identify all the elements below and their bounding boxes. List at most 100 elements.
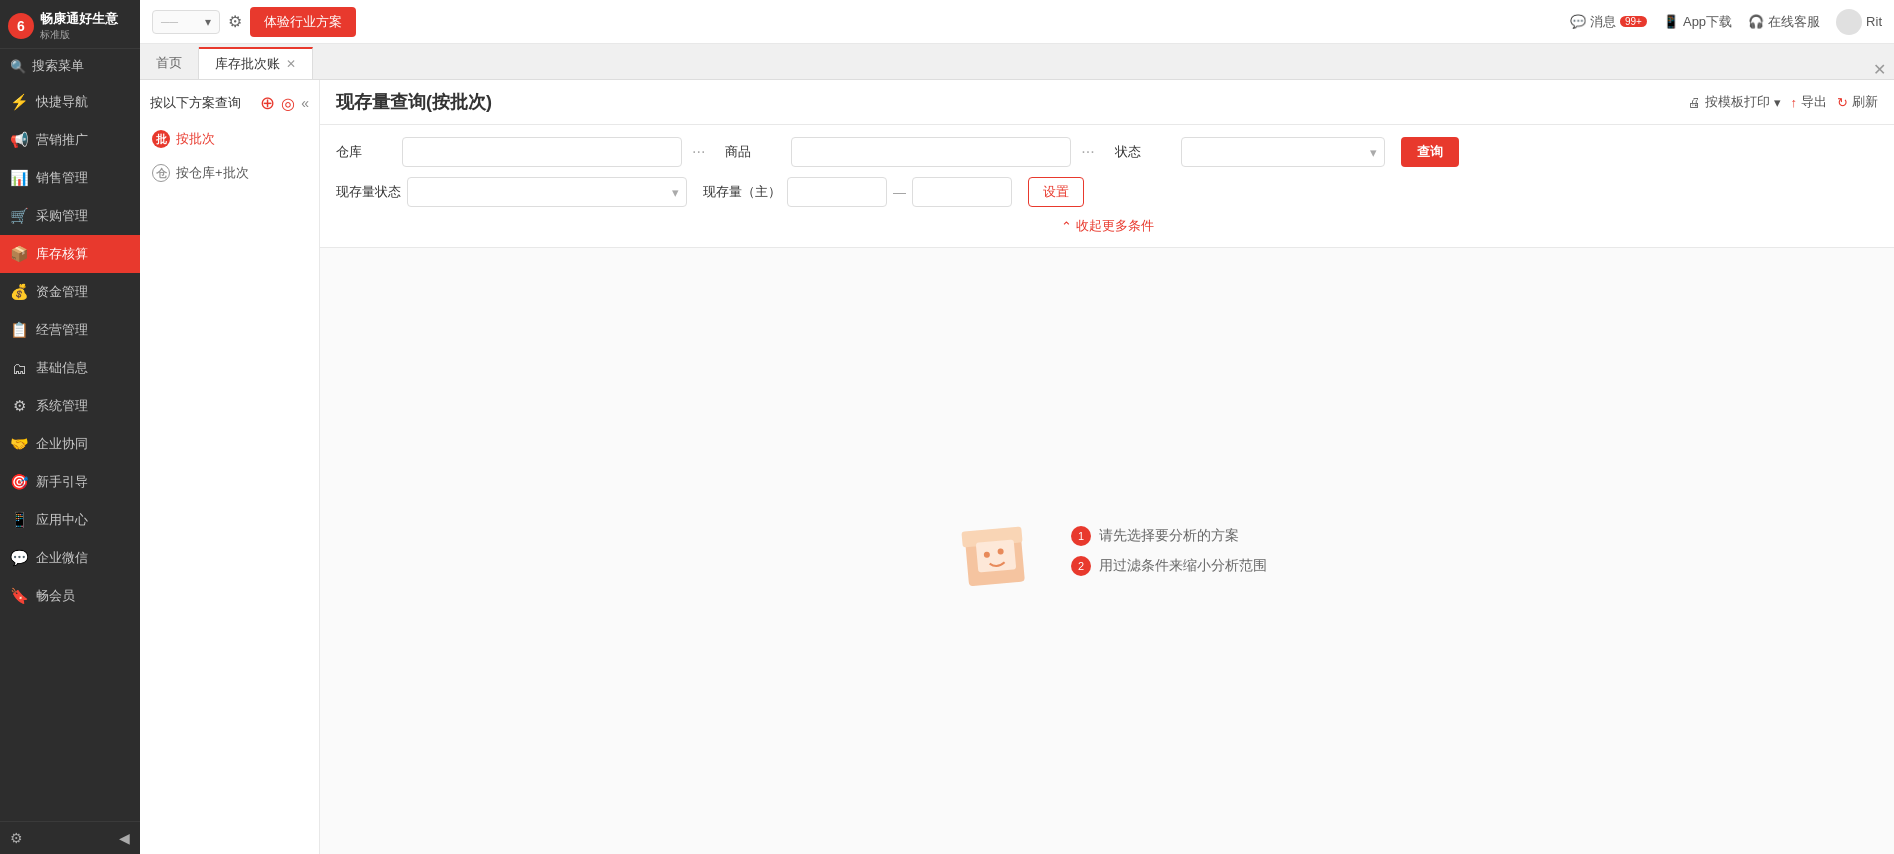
empty-text: 1 请先选择要分析的方案 2 用过滤条件来缩小分析范围 — [1071, 526, 1267, 576]
sidebar-item-marketing[interactable]: 📢 营销推广 — [0, 121, 140, 159]
sidebar-item-label: 营销推广 — [36, 131, 88, 149]
batch-scheme-icon: 批 — [152, 130, 170, 148]
goods-dots[interactable]: ··· — [1077, 143, 1098, 161]
hint1-num: 1 — [1071, 526, 1091, 546]
headset-icon: 🎧 — [1748, 14, 1764, 29]
app-download-label: App下载 — [1683, 13, 1732, 31]
sidebar-item-operation[interactable]: 📋 经营管理 — [0, 311, 140, 349]
status-input[interactable] — [1181, 137, 1385, 167]
sidebar-item-finance[interactable]: 💰 资金管理 — [0, 273, 140, 311]
dropdown-text: ── — [161, 15, 201, 29]
empty-illustration — [947, 501, 1047, 601]
settings-btn[interactable]: 设置 — [1028, 177, 1084, 207]
scheme-item-batch-label: 按批次 — [176, 130, 215, 148]
sidebar-item-basic[interactable]: 🗂 基础信息 — [0, 349, 140, 387]
topbar-left: ── ▾ ⚙ 体验行业方案 — [152, 7, 1560, 37]
stock-status-dropdown-icon[interactable]: ▾ — [672, 185, 679, 200]
tab-batch-label: 库存批次账 — [215, 55, 280, 73]
refresh-btn[interactable]: ↻ 刷新 — [1837, 93, 1878, 111]
notification-badge: 99+ — [1620, 16, 1647, 27]
settings-icon[interactable]: ⚙ — [10, 830, 23, 846]
filter-stock-main: 现存量（主） — — [703, 177, 1012, 207]
left-panel: 按以下方案查询 ⊕ ◎ « 批 按批次 仓 按仓库+批次 — [140, 80, 320, 854]
inventory-icon: 📦 — [10, 245, 28, 263]
goods-input[interactable] — [791, 137, 1071, 167]
wechat-icon: 💬 — [10, 549, 28, 567]
scheme-item-batch[interactable]: 批 按批次 — [140, 122, 319, 156]
sidebar-item-label: 畅会员 — [36, 587, 75, 605]
app-download-btn[interactable]: 📱 App下载 — [1663, 13, 1732, 31]
phone-icon: 📱 — [1663, 14, 1679, 29]
chevron-down-icon: ▾ — [205, 15, 211, 29]
collapse-icon[interactable]: ◀ — [119, 830, 130, 846]
page-title: 现存量查询(按批次) — [336, 90, 492, 114]
stock-max-input[interactable] — [912, 177, 1012, 207]
finance-icon: 💰 — [10, 283, 28, 301]
marketing-icon: 📢 — [10, 131, 28, 149]
gear-icon[interactable]: ⚙ — [228, 12, 242, 31]
scheme-item-warehouse-batch[interactable]: 仓 按仓库+批次 — [140, 156, 319, 190]
sidebar-item-system[interactable]: ⚙ 系统管理 — [0, 387, 140, 425]
search-icon: 🔍 — [10, 59, 26, 74]
sidebar-item-appstore[interactable]: 📱 应用中心 — [0, 501, 140, 539]
collapse-filters-btn[interactable]: ⌃ 收起更多条件 — [1061, 217, 1154, 235]
sidebar-item-newbie[interactable]: 🎯 新手引导 — [0, 463, 140, 501]
notification-label: 消息 — [1590, 13, 1616, 31]
add-scheme-icon[interactable]: ⊕ — [260, 92, 275, 114]
purchase-icon: 🛒 — [10, 207, 28, 225]
sidebar-search[interactable]: 🔍 搜索菜单 — [0, 49, 140, 83]
sidebar-item-wechat[interactable]: 💬 企业微信 — [0, 539, 140, 577]
sidebar-item-purchase[interactable]: 🛒 采购管理 — [0, 197, 140, 235]
page-header: 现存量查询(按批次) 🖨 按模板打印 ▾ ↑ 导出 ↻ 刷新 — [320, 80, 1894, 125]
warehouse-dots[interactable]: ··· — [688, 143, 709, 161]
customer-service-btn[interactable]: 🎧 在线客服 — [1748, 13, 1820, 31]
stock-min-input[interactable] — [787, 177, 887, 207]
sidebar-brand: 6 畅康通好生意 标准版 — [8, 10, 132, 42]
print-icon: 🖨 — [1688, 95, 1701, 110]
customer-service-label: 在线客服 — [1768, 13, 1820, 31]
export-label: 导出 — [1801, 93, 1827, 111]
filter-row-1: 仓库 ··· 商品 ··· 状态 ▾ — [336, 137, 1878, 167]
status-dropdown-icon[interactable]: ▾ — [1370, 145, 1377, 160]
hint2-num: 2 — [1071, 556, 1091, 576]
sidebar-item-label: 资金管理 — [36, 283, 88, 301]
tab-home[interactable]: 首页 — [140, 47, 199, 79]
print-template-btn[interactable]: 🖨 按模板打印 ▾ — [1688, 93, 1781, 111]
print-label: 按模板打印 — [1705, 93, 1770, 111]
notification-btn[interactable]: 💬 消息 99+ — [1570, 13, 1647, 31]
sidebar-item-sales[interactable]: 📊 销售管理 — [0, 159, 140, 197]
warehouse-input[interactable] — [402, 137, 682, 167]
empty-state: 1 请先选择要分析的方案 2 用过滤条件来缩小分析范围 — [947, 501, 1267, 601]
left-panel-title: 按以下方案查询 — [150, 94, 241, 112]
sidebar-item-inventory[interactable]: 📦 库存核算 — [0, 235, 140, 273]
sidebar-item-shortcut[interactable]: ⚡ 快捷导航 — [0, 83, 140, 121]
topbar: ── ▾ ⚙ 体验行业方案 💬 消息 99+ 📱 App下载 🎧 在线客服 — [140, 0, 1894, 44]
main-area: ── ▾ ⚙ 体验行业方案 💬 消息 99+ 📱 App下载 🎧 在线客服 — [140, 0, 1894, 854]
collapse-panel-icon[interactable]: « — [301, 95, 309, 111]
experience-btn[interactable]: 体验行业方案 — [250, 7, 356, 37]
sidebar-item-label: 采购管理 — [36, 207, 88, 225]
topbar-dropdown[interactable]: ── ▾ — [152, 10, 220, 34]
filter-area: 仓库 ··· 商品 ··· 状态 ▾ — [320, 125, 1894, 248]
content-area: 按以下方案查询 ⊕ ◎ « 批 按批次 仓 按仓库+批次 — [140, 80, 1894, 854]
export-btn[interactable]: ↑ 导出 — [1791, 93, 1828, 111]
sidebar-item-enterprise[interactable]: 🤝 企业协同 — [0, 425, 140, 463]
sidebar-nav: ⚡ 快捷导航 📢 营销推广 📊 销售管理 🛒 采购管理 📦 库存核算 💰 资金管… — [0, 83, 140, 821]
sidebar-item-member[interactable]: 🔖 畅会员 — [0, 577, 140, 615]
settings-scheme-icon[interactable]: ◎ — [281, 94, 295, 113]
user-menu[interactable]: Rit — [1836, 9, 1882, 35]
query-btn[interactable]: 查询 — [1401, 137, 1459, 167]
goods-label: 商品 — [725, 143, 785, 161]
stock-status-input[interactable] — [407, 177, 687, 207]
sidebar-header: 6 畅康通好生意 标准版 — [0, 0, 140, 49]
filter-stock-status: 现存量状态 ▾ — [336, 177, 687, 207]
brand-name: 畅康通好生意 — [40, 10, 118, 28]
tab-batch-account[interactable]: 库存批次账 ✕ — [199, 47, 313, 79]
left-panel-header: 按以下方案查询 ⊕ ◎ « — [140, 80, 319, 122]
close-panel-icon[interactable]: ✕ — [1873, 60, 1886, 79]
enterprise-icon: 🤝 — [10, 435, 28, 453]
topbar-right: 💬 消息 99+ 📱 App下载 🎧 在线客服 Rit — [1570, 9, 1882, 35]
tab-close-icon[interactable]: ✕ — [286, 57, 296, 71]
sidebar-item-label: 企业微信 — [36, 549, 88, 567]
sidebar-item-label: 经营管理 — [36, 321, 88, 339]
